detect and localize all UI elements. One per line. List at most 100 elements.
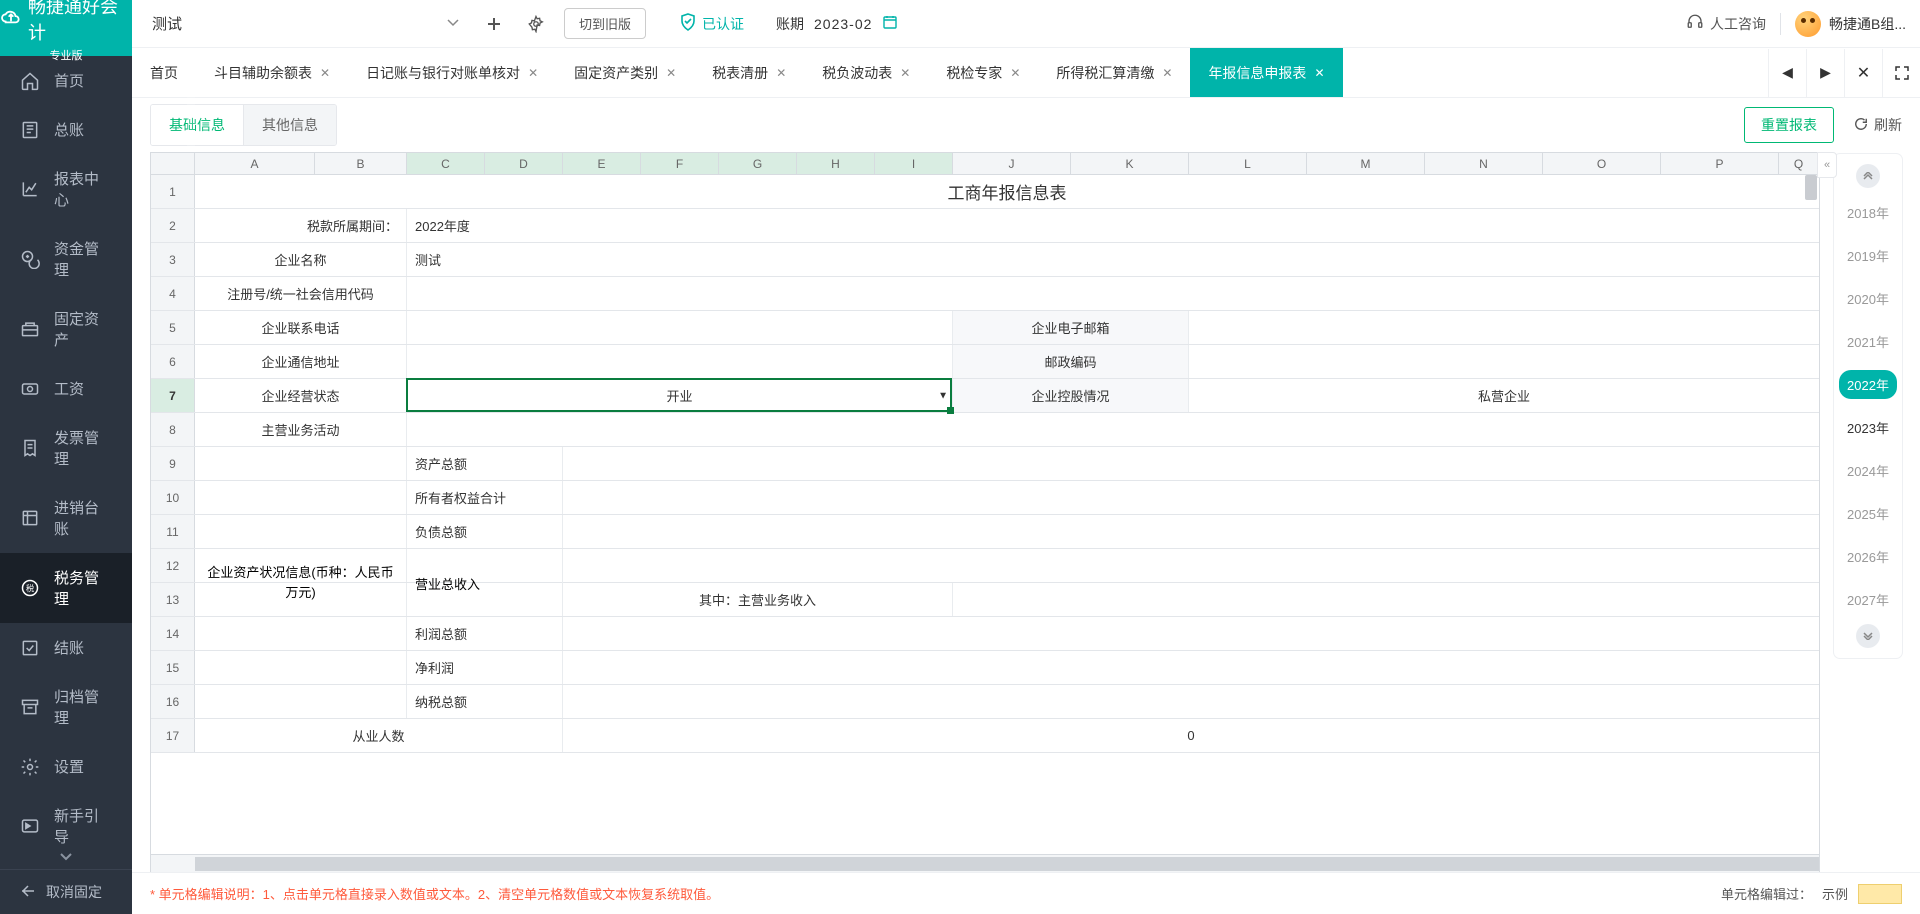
column-header-cell[interactable]: A bbox=[195, 153, 315, 174]
year-option[interactable]: 2021年 bbox=[1839, 327, 1897, 356]
cell[interactable] bbox=[407, 345, 953, 378]
column-header-cell[interactable]: B bbox=[315, 153, 407, 174]
cell[interactable] bbox=[563, 617, 1819, 650]
row-header[interactable]: 2 bbox=[151, 209, 195, 242]
row-header[interactable]: 16 bbox=[151, 685, 195, 718]
close-icon[interactable]: ✕ bbox=[900, 66, 910, 80]
cell[interactable] bbox=[1189, 345, 1819, 378]
column-header-cell[interactable]: E bbox=[563, 153, 641, 174]
cell[interactable] bbox=[407, 311, 953, 344]
sidebar-item-chart[interactable]: 报表中心 bbox=[0, 154, 132, 224]
cell[interactable] bbox=[563, 481, 1819, 514]
cell[interactable]: 0 bbox=[563, 719, 1819, 752]
year-up-button[interactable] bbox=[1856, 164, 1880, 188]
settings-button[interactable] bbox=[522, 10, 550, 38]
sidebar-item-home[interactable]: 首页 bbox=[0, 56, 132, 105]
year-option[interactable]: 2022年 bbox=[1839, 370, 1897, 399]
tab[interactable]: 所得税汇算清缴 ✕ bbox=[1038, 48, 1190, 97]
close-icon[interactable]: ✕ bbox=[1314, 66, 1324, 80]
cell[interactable]: 2022年度 bbox=[407, 209, 1819, 242]
tab[interactable]: 税负波动表 ✕ bbox=[804, 48, 928, 97]
sub-tab-other[interactable]: 其他信息 bbox=[243, 105, 336, 145]
consult-button[interactable]: 人工咨询 bbox=[1686, 13, 1766, 34]
column-header-cell[interactable]: C bbox=[407, 153, 485, 174]
column-header-cell[interactable]: F bbox=[641, 153, 719, 174]
tabs-prev-button[interactable]: ◀ bbox=[1768, 49, 1806, 97]
cell[interactable] bbox=[563, 549, 1819, 582]
sidebar-unpin[interactable]: 取消固定 bbox=[0, 869, 132, 914]
sidebar-item-gear[interactable]: 设置 bbox=[0, 742, 132, 791]
column-header-cell[interactable]: L bbox=[1189, 153, 1307, 174]
column-header-cell[interactable]: P bbox=[1661, 153, 1779, 174]
refresh-button[interactable]: 刷新 bbox=[1854, 115, 1902, 135]
sidebar-more[interactable] bbox=[0, 846, 132, 869]
horizontal-scrollbar[interactable] bbox=[151, 854, 1819, 872]
close-icon[interactable]: ✕ bbox=[528, 66, 538, 80]
row-header[interactable]: 13 bbox=[151, 583, 195, 616]
row-header[interactable]: 12 bbox=[151, 549, 195, 582]
year-option[interactable]: 2025年 bbox=[1839, 499, 1897, 528]
close-icon[interactable]: ✕ bbox=[320, 66, 330, 80]
vertical-scrollbar[interactable] bbox=[1805, 175, 1817, 200]
close-icon[interactable]: ✕ bbox=[776, 66, 786, 80]
cell-dropdown[interactable]: 开业▼ bbox=[407, 379, 953, 412]
tabs-close-button[interactable]: ✕ bbox=[1844, 49, 1882, 97]
company-selector[interactable]: 测试 bbox=[146, 11, 466, 36]
cell[interactable]: 测试 bbox=[407, 243, 1819, 276]
column-header-cell[interactable]: D bbox=[485, 153, 563, 174]
collapse-year-panel[interactable]: « bbox=[1817, 152, 1837, 178]
column-header-cell[interactable]: O bbox=[1543, 153, 1661, 174]
year-option[interactable]: 2019年 bbox=[1839, 241, 1897, 270]
cell[interactable] bbox=[563, 515, 1819, 548]
cell[interactable] bbox=[563, 651, 1819, 684]
row-header[interactable]: 4 bbox=[151, 277, 195, 310]
user-menu[interactable]: 畅捷通B组... bbox=[1795, 11, 1906, 37]
column-header-cell[interactable]: H bbox=[797, 153, 875, 174]
year-option[interactable]: 2026年 bbox=[1839, 542, 1897, 571]
tabs-next-button[interactable]: ▶ bbox=[1806, 49, 1844, 97]
sub-tab-basic[interactable]: 基础信息 bbox=[151, 105, 243, 145]
column-header-cell[interactable]: N bbox=[1425, 153, 1543, 174]
row-header[interactable]: 1 bbox=[151, 175, 195, 208]
column-header-cell[interactable]: K bbox=[1071, 153, 1189, 174]
year-option[interactable]: 2023年 bbox=[1839, 413, 1897, 442]
row-header[interactable]: 10 bbox=[151, 481, 195, 514]
row-header[interactable]: 6 bbox=[151, 345, 195, 378]
sidebar-item-guide[interactable]: 新手引导 bbox=[0, 791, 132, 846]
reset-report-button[interactable]: 重置报表 bbox=[1744, 107, 1834, 143]
cell[interactable] bbox=[563, 685, 1819, 718]
row-header[interactable]: 7 bbox=[151, 379, 195, 412]
sidebar-item-ledger[interactable]: 总账 bbox=[0, 105, 132, 154]
close-icon[interactable]: ✕ bbox=[1010, 66, 1020, 80]
select-all-corner[interactable] bbox=[151, 153, 195, 174]
sidebar-item-invoice[interactable]: 发票管理 bbox=[0, 413, 132, 483]
row-header[interactable]: 5 bbox=[151, 311, 195, 344]
calendar-icon[interactable] bbox=[882, 14, 898, 33]
tab[interactable]: 税表清册 ✕ bbox=[694, 48, 804, 97]
cell[interactable] bbox=[1189, 311, 1819, 344]
sidebar-item-salary[interactable]: 工资 bbox=[0, 364, 132, 413]
column-header-cell[interactable]: G bbox=[719, 153, 797, 174]
row-header[interactable]: 3 bbox=[151, 243, 195, 276]
fullscreen-button[interactable] bbox=[1882, 49, 1920, 97]
sidebar-item-stock[interactable]: 进销台账 bbox=[0, 483, 132, 553]
year-option[interactable]: 2020年 bbox=[1839, 284, 1897, 313]
year-down-button[interactable] bbox=[1856, 624, 1880, 648]
column-header-cell[interactable]: Q bbox=[1779, 153, 1819, 174]
sidebar-item-close[interactable]: 结账 bbox=[0, 623, 132, 672]
year-option[interactable]: 2018年 bbox=[1839, 198, 1897, 227]
sidebar-item-archive[interactable]: 归档管理 bbox=[0, 672, 132, 742]
row-header[interactable]: 11 bbox=[151, 515, 195, 548]
add-button[interactable] bbox=[480, 10, 508, 38]
close-icon[interactable]: ✕ bbox=[666, 66, 676, 80]
cell[interactable] bbox=[407, 277, 1819, 310]
row-header[interactable]: 15 bbox=[151, 651, 195, 684]
switch-old-version-button[interactable]: 切到旧版 bbox=[564, 8, 646, 39]
tab[interactable]: 日记账与银行对账单核对 ✕ bbox=[348, 48, 556, 97]
row-header[interactable]: 14 bbox=[151, 617, 195, 650]
row-header[interactable]: 17 bbox=[151, 719, 195, 752]
sidebar-item-asset[interactable]: 固定资产 bbox=[0, 294, 132, 364]
cell[interactable] bbox=[563, 447, 1819, 480]
cell[interactable] bbox=[407, 413, 1819, 446]
sidebar-item-money[interactable]: 资金管理 bbox=[0, 224, 132, 294]
